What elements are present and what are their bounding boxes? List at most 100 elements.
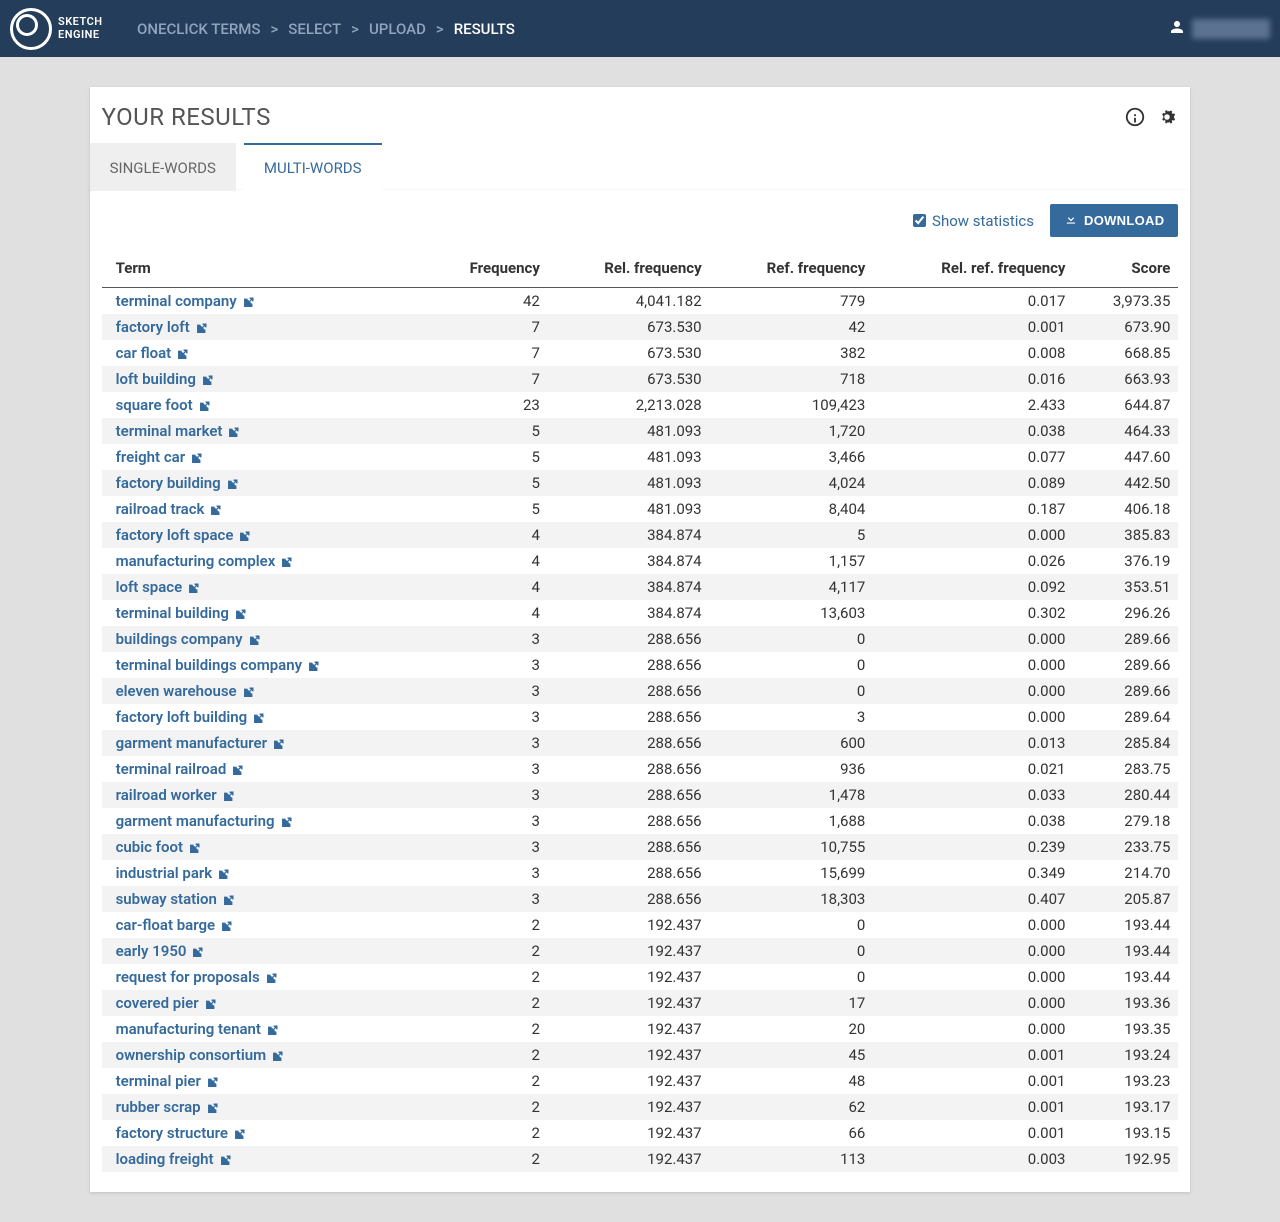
show-statistics-checkbox[interactable] bbox=[913, 214, 926, 227]
cell-score: 442.50 bbox=[1073, 470, 1178, 496]
table-row: railroad track5481.0938,4040.187406.18 bbox=[102, 496, 1179, 522]
col-rel-ref-frequency[interactable]: Rel. ref. frequency bbox=[873, 251, 1073, 288]
term-link[interactable]: terminal railroad bbox=[116, 760, 245, 778]
col-ref-frequency[interactable]: Ref. frequency bbox=[710, 251, 874, 288]
term-link[interactable]: early 1950 bbox=[116, 942, 205, 960]
cell-rel-ref-frequency: 2.433 bbox=[873, 392, 1073, 418]
term-link[interactable]: ownership consortium bbox=[116, 1046, 285, 1064]
term-link[interactable]: square foot bbox=[116, 396, 211, 414]
cell-frequency: 3 bbox=[425, 834, 548, 860]
term-text: factory structure bbox=[116, 1124, 228, 1142]
external-link-icon bbox=[266, 1023, 279, 1036]
cell-ref-frequency: 4,117 bbox=[710, 574, 874, 600]
term-link[interactable]: factory structure bbox=[116, 1124, 246, 1142]
term-link[interactable]: rubber scrap bbox=[116, 1098, 219, 1116]
term-text: loft space bbox=[116, 578, 183, 596]
tab-multi-words[interactable]: MULTI-WORDS bbox=[244, 143, 382, 191]
col-term[interactable]: Term bbox=[102, 251, 425, 288]
cell-frequency: 2 bbox=[425, 938, 548, 964]
term-link[interactable]: factory loft building bbox=[116, 708, 266, 726]
term-link[interactable]: freight car bbox=[116, 448, 204, 466]
term-link[interactable]: factory loft space bbox=[116, 526, 252, 544]
term-link[interactable]: manufacturing tenant bbox=[116, 1020, 279, 1038]
external-link-icon bbox=[233, 1127, 246, 1140]
term-link[interactable]: terminal pier bbox=[116, 1072, 219, 1090]
term-link[interactable]: railroad track bbox=[116, 500, 223, 518]
table-row: manufacturing complex4384.8741,1570.0263… bbox=[102, 548, 1179, 574]
term-link[interactable]: loft building bbox=[116, 370, 214, 388]
term-text: early 1950 bbox=[116, 942, 187, 960]
cell-score: 193.23 bbox=[1073, 1068, 1178, 1094]
cell-rel-frequency: 384.874 bbox=[548, 522, 710, 548]
term-link[interactable]: manufacturing complex bbox=[116, 552, 294, 570]
table-row: ownership consortium2192.437450.001193.2… bbox=[102, 1042, 1179, 1068]
cell-rel-ref-frequency: 0.000 bbox=[873, 522, 1073, 548]
tab-single-words[interactable]: SINGLE-WORDS bbox=[90, 143, 236, 191]
logo[interactable]: SKETCH ENGINE bbox=[10, 6, 125, 52]
term-link[interactable]: buildings company bbox=[116, 630, 261, 648]
term-link[interactable]: railroad worker bbox=[116, 786, 235, 804]
term-link[interactable]: factory loft bbox=[116, 318, 208, 336]
breadcrumb-upload[interactable]: UPLOAD bbox=[369, 20, 426, 38]
cell-ref-frequency: 936 bbox=[710, 756, 874, 782]
term-text: factory loft bbox=[116, 318, 190, 336]
external-link-icon bbox=[242, 685, 255, 698]
term-link[interactable]: industrial park bbox=[116, 864, 231, 882]
table-row: manufacturing tenant2192.437200.000193.3… bbox=[102, 1016, 1179, 1042]
term-link[interactable]: car-float barge bbox=[116, 916, 234, 934]
breadcrumb-oneclick-terms[interactable]: ONECLICK TERMS bbox=[137, 20, 261, 38]
term-text: garment manufacturer bbox=[116, 734, 267, 752]
download-button[interactable]: DOWNLOAD bbox=[1050, 204, 1178, 237]
term-link[interactable]: eleven warehouse bbox=[116, 682, 255, 700]
col-score[interactable]: Score bbox=[1073, 251, 1178, 288]
download-icon bbox=[1064, 212, 1078, 229]
term-link[interactable]: loading freight bbox=[116, 1150, 232, 1168]
cell-rel-frequency: 288.656 bbox=[548, 652, 710, 678]
table-row: loft building7673.5307180.016663.93 bbox=[102, 366, 1179, 392]
term-text: square foot bbox=[116, 396, 193, 414]
table-row: terminal buildings company3288.65600.000… bbox=[102, 652, 1179, 678]
info-icon[interactable] bbox=[1124, 106, 1146, 128]
cell-rel-frequency: 192.437 bbox=[548, 938, 710, 964]
cell-rel-frequency: 673.530 bbox=[548, 366, 710, 392]
breadcrumb-results: RESULTS bbox=[454, 20, 515, 38]
table-row: terminal pier2192.437480.001193.23 bbox=[102, 1068, 1179, 1094]
term-link[interactable]: car float bbox=[116, 344, 190, 362]
term-link[interactable]: garment manufacturer bbox=[116, 734, 285, 752]
table-row: loft space4384.8744,1170.092353.51 bbox=[102, 574, 1179, 600]
col-frequency[interactable]: Frequency bbox=[425, 251, 548, 288]
cell-frequency: 42 bbox=[425, 288, 548, 315]
term-link[interactable]: terminal buildings company bbox=[116, 656, 320, 674]
external-link-icon bbox=[176, 347, 189, 360]
term-link[interactable]: request for proposals bbox=[116, 968, 278, 986]
external-link-icon bbox=[204, 997, 217, 1010]
cell-rel-frequency: 192.437 bbox=[548, 1146, 710, 1172]
term-link[interactable]: terminal building bbox=[116, 604, 247, 622]
col-rel-frequency[interactable]: Rel. frequency bbox=[548, 251, 710, 288]
table-row: covered pier2192.437170.000193.36 bbox=[102, 990, 1179, 1016]
cell-rel-frequency: 192.437 bbox=[548, 1042, 710, 1068]
external-link-icon bbox=[195, 321, 208, 334]
results-table: Term Frequency Rel. frequency Ref. frequ… bbox=[102, 251, 1179, 1172]
cell-ref-frequency: 718 bbox=[710, 366, 874, 392]
term-link[interactable]: garment manufacturing bbox=[116, 812, 293, 830]
term-link[interactable]: covered pier bbox=[116, 994, 217, 1012]
term-link[interactable]: cubic foot bbox=[116, 838, 201, 856]
header-user-area[interactable] bbox=[1168, 18, 1270, 40]
cell-rel-frequency: 384.874 bbox=[548, 548, 710, 574]
cell-rel-ref-frequency: 0.239 bbox=[873, 834, 1073, 860]
show-statistics-toggle[interactable]: Show statistics bbox=[913, 212, 1034, 230]
cell-rel-ref-frequency: 0.000 bbox=[873, 912, 1073, 938]
term-link[interactable]: factory building bbox=[116, 474, 239, 492]
term-text: factory loft building bbox=[116, 708, 248, 726]
term-link[interactable]: terminal market bbox=[116, 422, 241, 440]
term-text: terminal pier bbox=[116, 1072, 201, 1090]
term-link[interactable]: terminal company bbox=[116, 292, 255, 310]
term-link[interactable]: loft space bbox=[116, 578, 201, 596]
cell-score: 205.87 bbox=[1073, 886, 1178, 912]
term-link[interactable]: subway station bbox=[116, 890, 235, 908]
cell-ref-frequency: 1,157 bbox=[710, 548, 874, 574]
gear-icon[interactable] bbox=[1156, 106, 1178, 128]
cell-score: 285.84 bbox=[1073, 730, 1178, 756]
breadcrumb-select[interactable]: SELECT bbox=[288, 20, 341, 38]
